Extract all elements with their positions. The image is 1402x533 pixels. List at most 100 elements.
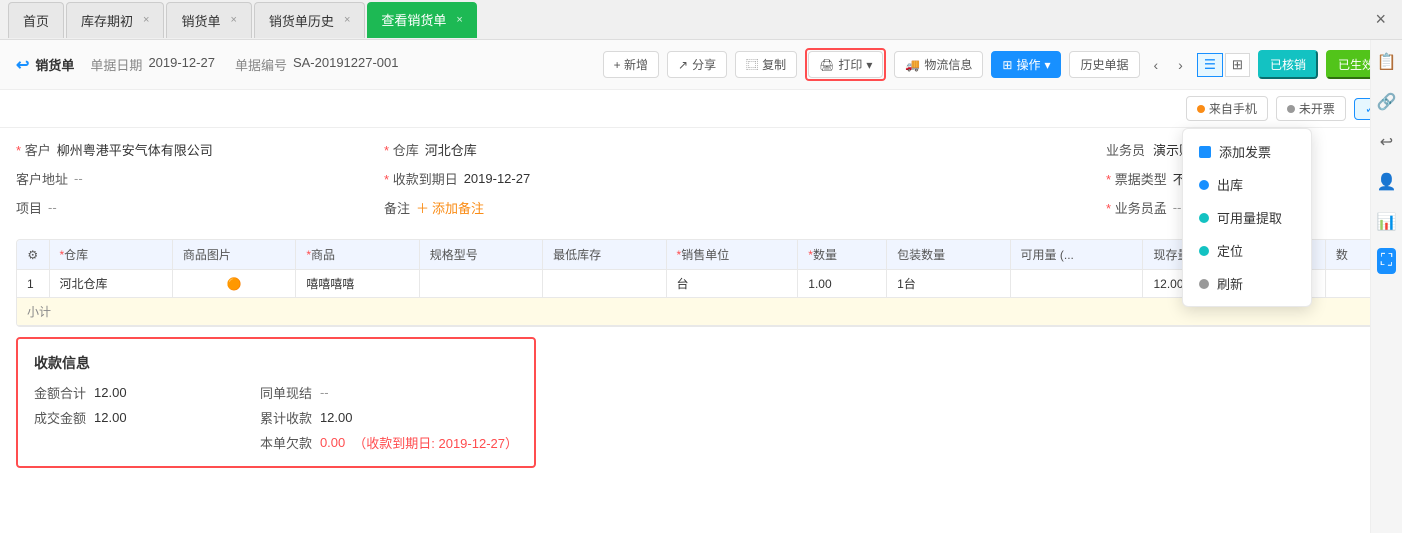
sold-out-button[interactable]: 已核销 [1258,50,1318,79]
warehouse-field: * 仓库 河北仓库 [384,140,664,159]
sales-staff-label: 业务员孟 [1115,201,1167,216]
outbound-label: 出库 [1217,175,1243,194]
operations-button[interactable]: ⊞ 操作 ▾ [991,51,1061,78]
plus-icon: ＋ [416,198,429,217]
subtotal-label: 小计 [17,298,1385,326]
sidebar-chart-icon[interactable]: 📊 [1373,208,1401,236]
add-invoice-item[interactable]: 添加发票 [1183,135,1311,168]
required-star-3: * [384,172,389,187]
document-header: ↩ 销货单 单据日期 2019-12-27 单据编号 SA-20191227-0… [0,40,1402,90]
copy-button[interactable]: ⿴ 复制 [735,51,797,78]
date-meta: 单据日期 2019-12-27 [90,55,215,74]
deal-amount-value: 12.00 [94,410,127,425]
row-num: 1 [17,270,49,298]
warehouse-value: 河北仓库 [425,140,477,159]
sales-staff-value: -- [1173,200,1182,215]
tab-view-sales[interactable]: 查看销货单 × [367,2,476,38]
product-table: ⚙ *仓库 商品图片 *商品 规格型号 最低库存 *销售单位 *数量 包装数量 … [17,240,1385,326]
right-sidebar: 📋 🔗 ↩ 👤 📊 ⛶ [1370,40,1402,533]
logistics-button[interactable]: 🚚 物流信息 [894,51,983,78]
unit-col-header: *销售单位 [666,240,798,270]
total-amount-label: 金额合计 [34,383,86,402]
sidebar-link-icon[interactable]: 🔗 [1373,88,1401,116]
prev-record-button[interactable]: ‹ [1148,54,1165,76]
sidebar-expand-icon[interactable]: ⛶ [1377,248,1396,274]
tab-home[interactable]: 首页 [8,2,64,38]
tab-bar-right: × [1367,9,1394,30]
balance-label: 本单欠款 [260,433,312,452]
grid-icon: ⊞ [1002,58,1012,72]
due-date-field: * 收款到期日 2019-12-27 [384,169,664,188]
list-view-button[interactable]: ☰ [1197,53,1223,77]
sidebar-clipboard-icon[interactable]: 📋 [1373,48,1401,76]
history-button[interactable]: 历史单据 [1069,51,1139,78]
tab-close-sales[interactable]: × [230,14,236,26]
row-product-image: 🟠 [172,270,295,298]
tab-sales-history[interactable]: 销货单历史 × [254,2,365,38]
outbound-icon [1199,180,1209,190]
add-invoice-icon [1199,146,1211,158]
number-label: 单据编号 [235,55,287,74]
locate-item[interactable]: 定位 [1183,234,1311,267]
deal-amount-label: 成交金额 [34,408,86,427]
share-button[interactable]: ↗ 分享 [667,51,727,78]
main-content: ↩ 销货单 单据日期 2019-12-27 单据编号 SA-20191227-0… [0,40,1402,533]
settings-col-header[interactable]: ⚙ [17,240,49,270]
row-unit: 台 [666,270,798,298]
row-warehouse: 河北仓库 [49,270,172,298]
available-col-header: 可用量 (... [1010,240,1143,270]
form-row-1: * 客户 柳州粤港平安气体有限公司 * 仓库 河北仓库 业务员 演示账号 [16,140,1386,159]
row-quantity: 1.00 [798,270,887,298]
product-col-header: *商品 [296,240,419,270]
date-label: 单据日期 [90,55,142,74]
document-meta: 单据日期 2019-12-27 单据编号 SA-20191227-001 [90,55,398,74]
next-record-button[interactable]: › [1172,54,1189,76]
print-dropdown-arrow[interactable]: ▾ [866,58,872,72]
due-date-label: 收款到期日 [393,172,458,187]
customer-label: 客户 [25,143,51,158]
truck-icon: 🚚 [905,58,920,72]
add-invoice-label: 添加发票 [1219,142,1271,161]
table-header-row: ⚙ *仓库 商品图片 *商品 规格型号 最低库存 *销售单位 *数量 包装数量 … [17,240,1385,270]
available-qty-item[interactable]: 可用量提取 [1183,201,1311,234]
refresh-item[interactable]: 刷新 [1183,267,1311,300]
warehouse-col-header: *仓库 [49,240,172,270]
tab-close-sales-history[interactable]: × [344,14,350,26]
tab-close-view-sales[interactable]: × [456,14,462,26]
sidebar-user-icon[interactable]: 👤 [1373,168,1401,196]
new-button[interactable]: + 新增 [603,51,659,78]
operations-dropdown: 添加发票 出库 可用量提取 定位 刷新 [1182,128,1312,307]
deal-amount-row: 成交金额 12.00 [34,408,240,427]
table-row: 1 河北仓库 🟠 嘻嘻嘻嘻 台 1.00 1台 12.00 0. [17,270,1385,298]
tab-bar: 首页 库存期初 × 销货单 × 销货单历史 × 查看销货单 × × [0,0,1402,40]
same-order-settle-label: 同单现结 [260,383,312,402]
add-note-button[interactable]: ＋ 添加备注 [416,198,484,217]
summary-section: 收款信息 金额合计 12.00 同单现结 -- 成交金额 12.00 累计收款 … [16,337,536,468]
empty-row [34,433,240,452]
row-available [1010,270,1143,298]
grid-view-button[interactable]: ⊞ [1225,53,1250,77]
customer-value: 柳州粤港平安气体有限公司 [57,140,213,159]
tab-inventory[interactable]: 库存期初 × [66,2,164,38]
refresh-icon [1199,279,1209,289]
number-value: SA-20191227-001 [293,55,399,74]
ops-dropdown-arrow[interactable]: ▾ [1044,58,1050,72]
sidebar-undo-icon[interactable]: ↩ [1376,128,1397,156]
total-received-value: 12.00 [320,410,353,425]
required-star-4: * [1106,172,1111,187]
from-phone-button[interactable]: 来自手机 [1186,96,1268,121]
print-highlight-box: 🖨 打印 ▾ [805,48,886,81]
tab-sales[interactable]: 销货单 × [166,2,251,38]
row-package-qty: 1台 [887,270,1010,298]
same-order-settle-row: 同单现结 -- [260,383,518,402]
total-amount-row: 金额合计 12.00 [34,383,240,402]
not-open-button[interactable]: 未开票 [1276,96,1346,121]
address-label: 客户地址 [16,169,68,188]
total-amount-value: 12.00 [94,385,127,400]
customer-field: * 客户 柳州粤港平安气体有限公司 [16,140,296,159]
outbound-item[interactable]: 出库 [1183,168,1311,201]
subtotal-row: 小计 [17,298,1385,326]
tab-close-inventory[interactable]: × [143,14,149,26]
window-close-button[interactable]: × [1367,5,1394,33]
print-button[interactable]: 🖨 打印 ▾ [808,51,883,78]
